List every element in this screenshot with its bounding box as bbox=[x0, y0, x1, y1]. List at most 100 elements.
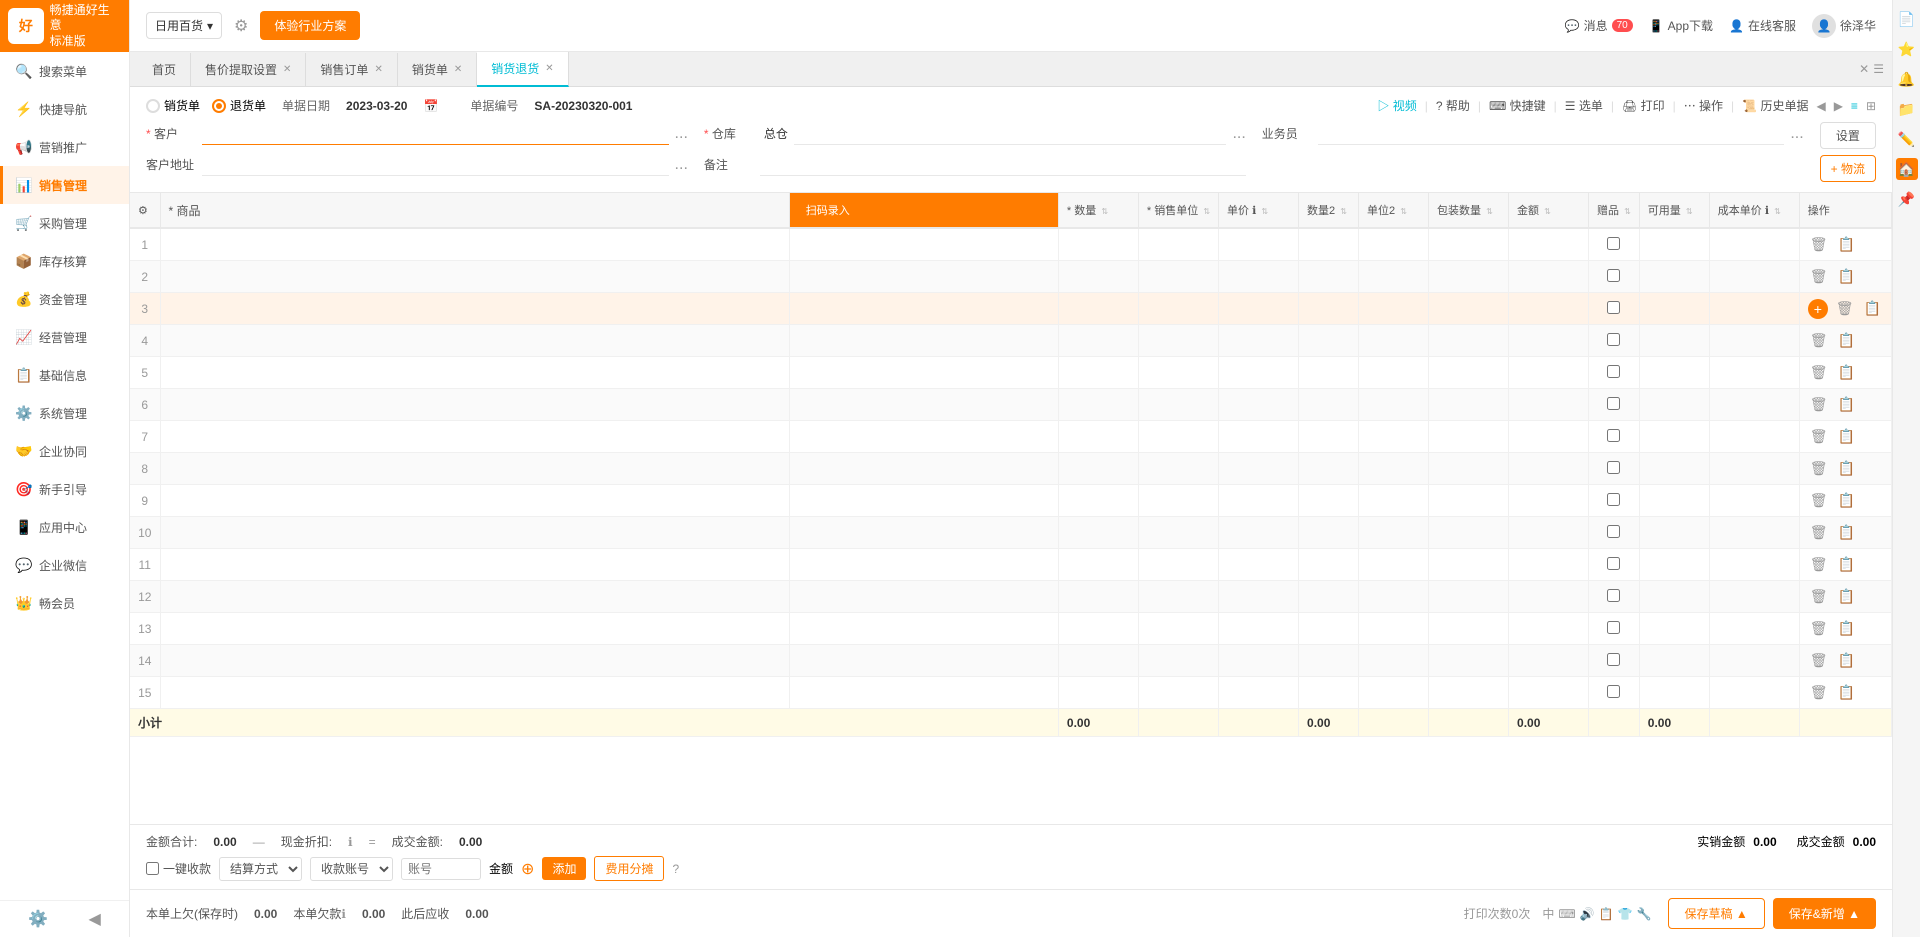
product-cell[interactable] bbox=[160, 485, 789, 517]
product-cell[interactable] bbox=[160, 389, 789, 421]
shortcut-key-btn[interactable]: ⌨ 快捷键 bbox=[1489, 97, 1546, 114]
delete-row-button[interactable]: 🗑 bbox=[1808, 554, 1830, 575]
remarks-input[interactable] bbox=[760, 153, 1246, 176]
gift-checkbox[interactable] bbox=[1607, 589, 1620, 602]
copy-row-button[interactable]: 📋 bbox=[1862, 298, 1883, 319]
tab-close-icon[interactable]: ✕ bbox=[283, 64, 291, 75]
qty-cell[interactable] bbox=[1058, 453, 1138, 485]
unit-cell[interactable] bbox=[1138, 677, 1218, 709]
sidebar-item-enterprise[interactable]: 🤝 企业协同 bbox=[0, 432, 129, 470]
gift-cell[interactable] bbox=[1589, 645, 1640, 677]
customer-select-icon[interactable]: ... bbox=[675, 125, 688, 143]
copy-row-button[interactable]: 📋 bbox=[1836, 682, 1857, 703]
delete-row-button[interactable]: 🗑 bbox=[1808, 426, 1830, 447]
delete-row-button[interactable]: 🗑 bbox=[1808, 682, 1830, 703]
delete-row-button[interactable]: 🗑 bbox=[1808, 362, 1830, 383]
product-cell[interactable] bbox=[160, 261, 789, 293]
qty-cell[interactable] bbox=[1058, 549, 1138, 581]
print-btn[interactable]: 🖨 打印 bbox=[1622, 97, 1665, 114]
gift-cell[interactable] bbox=[1589, 581, 1640, 613]
address-select-icon[interactable]: ... bbox=[675, 156, 688, 174]
delete-row-button[interactable]: 🗑 bbox=[1808, 234, 1830, 255]
experience-button[interactable]: 体验行业方案 bbox=[260, 11, 360, 40]
account-number-input[interactable] bbox=[401, 858, 481, 880]
copy-row-button[interactable]: 📋 bbox=[1836, 362, 1857, 383]
unit-cell[interactable] bbox=[1138, 517, 1218, 549]
save-draft-button[interactable]: 保存草稿 ▲ bbox=[1668, 898, 1765, 929]
copy-row-button[interactable]: 📋 bbox=[1836, 234, 1857, 255]
add-payment-button[interactable]: 添加 bbox=[542, 857, 586, 880]
customer-input[interactable] bbox=[202, 122, 669, 145]
close-all-tab-icon[interactable]: ✕ bbox=[1859, 62, 1869, 76]
right-icon-bell[interactable]: 🔔 bbox=[1896, 68, 1918, 90]
save-and-new-button[interactable]: 保存&新增 ▲ bbox=[1773, 898, 1876, 929]
delete-row-button[interactable]: 🗑 bbox=[1808, 458, 1830, 479]
tab-price-extraction[interactable]: 售价提取设置 ✕ bbox=[191, 53, 306, 86]
unit-cell[interactable] bbox=[1138, 581, 1218, 613]
settlement-method-select[interactable]: 结算方式 bbox=[219, 857, 302, 881]
gift-cell[interactable] bbox=[1589, 357, 1640, 389]
gift-checkbox[interactable] bbox=[1607, 269, 1620, 282]
product-cell[interactable] bbox=[160, 581, 789, 613]
sidebar-item-operation[interactable]: 📈 经营管理 bbox=[0, 318, 129, 356]
qty-cell[interactable] bbox=[1058, 325, 1138, 357]
gift-checkbox[interactable] bbox=[1607, 621, 1620, 634]
delete-row-button[interactable]: 🗑 bbox=[1834, 298, 1856, 319]
messages-button[interactable]: 💬 消息 70 bbox=[1565, 17, 1633, 34]
gift-checkbox[interactable] bbox=[1607, 461, 1620, 474]
right-icon-star[interactable]: ⭐ bbox=[1896, 38, 1918, 60]
right-icon-pin[interactable]: 📌 bbox=[1896, 188, 1918, 210]
copy-row-button[interactable]: 📋 bbox=[1836, 522, 1857, 543]
right-icon-active[interactable]: 🏠 bbox=[1896, 158, 1918, 180]
product-cell[interactable] bbox=[160, 645, 789, 677]
gift-checkbox[interactable] bbox=[1607, 301, 1620, 314]
grid-view-icon[interactable]: ⊞ bbox=[1866, 99, 1876, 113]
user-profile[interactable]: 👤 徐泽华 bbox=[1812, 14, 1876, 38]
sidebar-item-inventory[interactable]: 📦 库存核算 bbox=[0, 242, 129, 280]
warehouse-input[interactable] bbox=[794, 122, 1227, 145]
copy-row-button[interactable]: 📋 bbox=[1836, 426, 1857, 447]
gift-cell[interactable] bbox=[1589, 325, 1640, 357]
sidebar-item-wechat[interactable]: 💬 企业微信 bbox=[0, 546, 129, 584]
gift-cell[interactable] bbox=[1589, 261, 1640, 293]
product-cell[interactable] bbox=[160, 325, 789, 357]
gift-checkbox[interactable] bbox=[1607, 557, 1620, 570]
unit-cell[interactable] bbox=[1138, 421, 1218, 453]
unit-cell[interactable] bbox=[1138, 549, 1218, 581]
radio-sales-bill[interactable]: 销货单 bbox=[146, 97, 200, 114]
unit-cell[interactable] bbox=[1138, 389, 1218, 421]
copy-row-button[interactable]: 📋 bbox=[1836, 618, 1857, 639]
gift-cell[interactable] bbox=[1589, 453, 1640, 485]
gift-cell[interactable] bbox=[1589, 293, 1640, 325]
customer-address-input[interactable] bbox=[202, 153, 669, 176]
warehouse-select-icon[interactable]: ... bbox=[1232, 125, 1245, 143]
tab-sales-bill[interactable]: 销货单 ✕ bbox=[398, 53, 477, 86]
delete-row-button[interactable]: 🗑 bbox=[1808, 330, 1830, 351]
copy-row-button[interactable]: 📋 bbox=[1836, 554, 1857, 575]
gift-checkbox[interactable] bbox=[1607, 493, 1620, 506]
gift-cell[interactable] bbox=[1589, 517, 1640, 549]
unit-cell[interactable] bbox=[1138, 613, 1218, 645]
gift-checkbox[interactable] bbox=[1607, 397, 1620, 410]
delete-row-button[interactable]: 🗑 bbox=[1808, 266, 1830, 287]
delete-row-button[interactable]: 🗑 bbox=[1808, 394, 1830, 415]
online-service-button[interactable]: 👤 在线客服 bbox=[1729, 17, 1796, 34]
gift-cell[interactable] bbox=[1589, 549, 1640, 581]
gift-checkbox[interactable] bbox=[1607, 685, 1620, 698]
unit-cell[interactable] bbox=[1138, 325, 1218, 357]
qty-cell[interactable] bbox=[1058, 421, 1138, 453]
sidebar-item-basic[interactable]: 📋 基础信息 bbox=[0, 356, 129, 394]
gift-cell[interactable] bbox=[1589, 228, 1640, 261]
product-input[interactable] bbox=[169, 302, 781, 316]
copy-row-button[interactable]: 📋 bbox=[1836, 586, 1857, 607]
tab-close-active-icon[interactable]: ✕ bbox=[545, 63, 553, 74]
sidebar-item-system[interactable]: ⚙️ 系统管理 bbox=[0, 394, 129, 432]
right-icon-edit[interactable]: ✏️ bbox=[1896, 128, 1918, 150]
video-btn[interactable]: ▷ 视频 bbox=[1377, 97, 1416, 114]
expense-split-button[interactable]: 费用分摊 bbox=[594, 856, 664, 881]
product-cell[interactable] bbox=[160, 549, 789, 581]
qty-cell[interactable] bbox=[1058, 581, 1138, 613]
help-btn[interactable]: ? 帮助 bbox=[1436, 97, 1470, 114]
list-view-icon[interactable]: ≡ bbox=[1851, 99, 1858, 113]
gift-checkbox[interactable] bbox=[1607, 333, 1620, 346]
